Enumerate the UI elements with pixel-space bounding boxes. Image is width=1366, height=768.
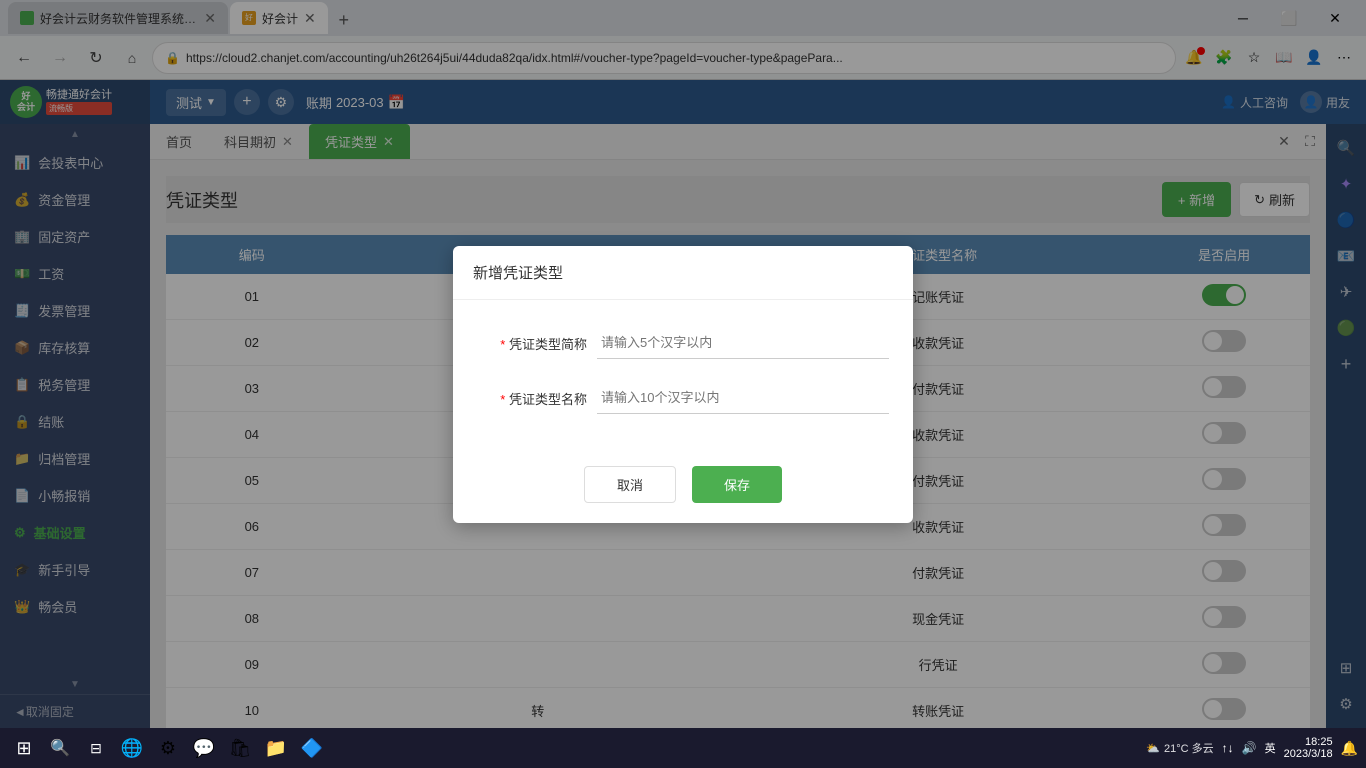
dialog-title: 新增凭证类型 [473, 262, 563, 283]
search-button[interactable]: 🔍 [44, 732, 76, 764]
task-view-button[interactable]: ⊟ [80, 732, 112, 764]
dialog-footer: 取消 保存 [453, 454, 913, 523]
lang-indicator[interactable]: 英 [1265, 740, 1276, 756]
clock[interactable]: 18:25 2023/3/18 [1284, 736, 1333, 760]
form-row-fullname: * 凭证类型名称 [477, 383, 889, 414]
start-button[interactable]: ⊞ [8, 732, 40, 764]
notification-center-icon[interactable]: 🔔 [1341, 740, 1358, 757]
cancel-button[interactable]: 取消 [584, 466, 676, 503]
dialog-header: 新增凭证类型 [453, 246, 913, 300]
volume-icon[interactable]: 🔊 [1242, 741, 1257, 755]
taskbar: ⊞ 🔍 ⊟ 🌐 ⚙ 💬 🛍 📁 🔷 ⛅ 21°C 多云 ↑↓ 🔊 英 18:25… [0, 728, 1366, 768]
full-name-input[interactable] [597, 383, 889, 413]
taskbar-app-wechat[interactable]: 💬 [188, 732, 220, 764]
short-name-label: * 凭证类型简称 [477, 334, 587, 353]
form-row-short: * 凭证类型简称 [477, 328, 889, 359]
weather-widget[interactable]: ⛅ 21°C 多云 [1146, 740, 1213, 756]
taskbar-app-chrome[interactable]: ⚙ [152, 732, 184, 764]
date-display: 2023/3/18 [1284, 748, 1333, 760]
dialog-overlay: 新增凭证类型 * 凭证类型简称 * 凭证类型名称 [0, 0, 1366, 768]
weather-text: 21°C 多云 [1164, 740, 1214, 756]
dialog: 新增凭证类型 * 凭证类型简称 * 凭证类型名称 [453, 246, 913, 523]
taskbar-app-edge2[interactable]: 🔷 [296, 732, 328, 764]
network-icon[interactable]: ↑↓ [1222, 741, 1234, 755]
taskbar-right: ⛅ 21°C 多云 ↑↓ 🔊 英 18:25 2023/3/18 🔔 [1146, 736, 1358, 760]
short-name-input[interactable] [597, 328, 889, 358]
save-button[interactable]: 保存 [692, 466, 782, 503]
time-display: 18:25 [1305, 736, 1333, 748]
dialog-body: * 凭证类型简称 * 凭证类型名称 [453, 300, 913, 454]
weather-icon: ⛅ [1146, 742, 1160, 755]
taskbar-app-store[interactable]: 🛍 [224, 732, 256, 764]
full-name-label: * 凭证类型名称 [477, 389, 587, 408]
taskbar-app-edge[interactable]: 🌐 [116, 732, 148, 764]
taskbar-app-folder[interactable]: 📁 [260, 732, 292, 764]
